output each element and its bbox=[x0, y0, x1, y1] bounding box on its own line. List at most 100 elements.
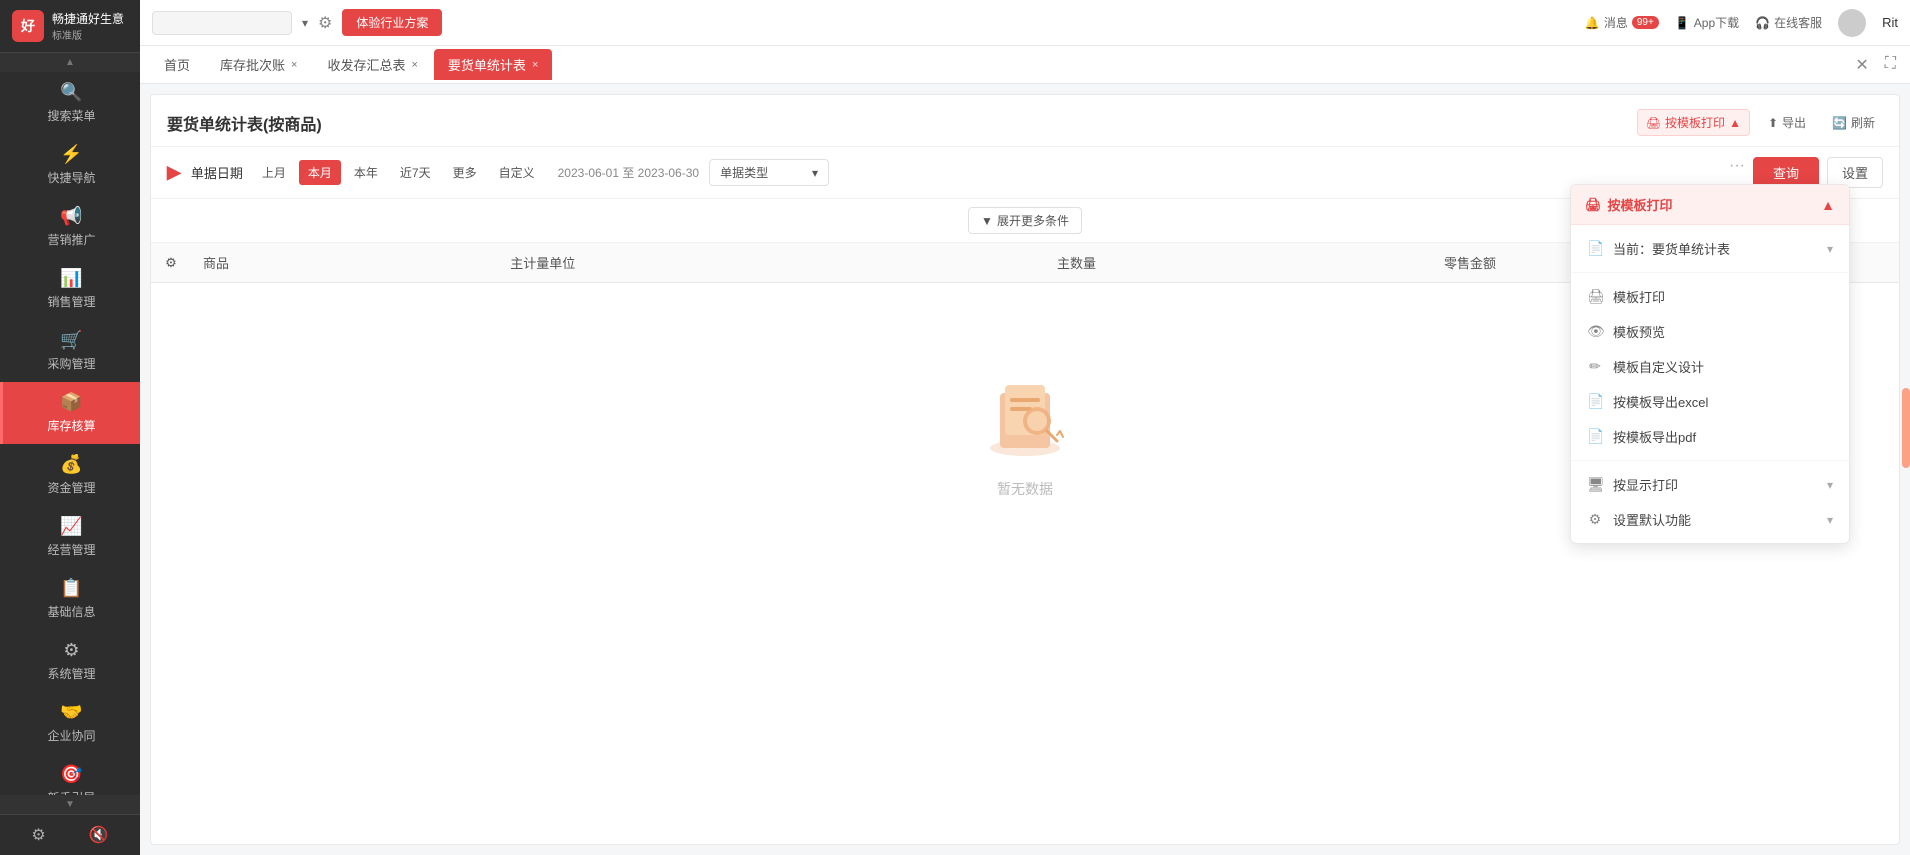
nav-label-purchase: 采购管理 bbox=[47, 355, 95, 372]
tab-label-inventory_batch: 库存批次账 bbox=[220, 55, 285, 74]
date-btn-last_7[interactable]: 近7天 bbox=[391, 160, 440, 185]
col-header-qty: 主数量 bbox=[1045, 243, 1432, 283]
nav-icon-basic: 📋 bbox=[60, 578, 82, 599]
sidebar-nav: 🔍搜索菜单 ⚡ 快捷导航 📢 营销推广 📊 销售管理 🛒 采购管理 📦库存核算💰资金管理📈经营管理… bbox=[0, 72, 140, 795]
mute-icon[interactable]: 🔇 bbox=[89, 825, 109, 845]
order-type-select[interactable]: 单据类型 ▾ bbox=[709, 159, 829, 186]
nav-icon-sales: 📊 bbox=[60, 268, 82, 289]
sidebar-item-basic[interactable]: 📋 基础信息 bbox=[0, 568, 140, 630]
select-chevron-icon: ▾ bbox=[812, 166, 818, 180]
dropdown-close-icon[interactable]: ▲ bbox=[1821, 197, 1835, 213]
expand-conditions-btn[interactable]: ▼ 展开更多条件 bbox=[968, 207, 1082, 234]
nav-label-operation: 经营管理 bbox=[47, 541, 95, 558]
logo-text: 畅捷通好生意 标准版 bbox=[52, 10, 124, 42]
tab-receipt_summary[interactable]: 收发存汇总表 × bbox=[313, 49, 431, 80]
nav-label-coop: 企业协同 bbox=[47, 727, 95, 744]
dropdown-current-template: 📄 当前：要货单统计表 ▾ bbox=[1571, 225, 1849, 273]
topbar-search-input[interactable] bbox=[152, 11, 292, 35]
dropdown-label-export_pdf: 按模板导出pdf bbox=[1613, 427, 1696, 446]
user-avatar[interactable] bbox=[1838, 9, 1866, 37]
date-range-display: 2023-06-01 至 2023-06-30 bbox=[558, 164, 699, 181]
tab-home[interactable]: 首页 bbox=[150, 49, 204, 80]
dropdown-arrow-set_default: ▾ bbox=[1827, 513, 1833, 527]
printer-icon: 🖨 bbox=[1646, 116, 1661, 130]
notification-btn[interactable]: 🔔 消息 99+ bbox=[1585, 14, 1659, 31]
sidebar-bottom: ⚙ 🔇 bbox=[0, 814, 140, 855]
dropdown-title: 🖨 按模板打印 bbox=[1585, 195, 1673, 214]
print-template-btn[interactable]: 🖨 按模板打印 ▲ bbox=[1637, 109, 1750, 136]
tab-controls: ✕⛶ bbox=[1851, 51, 1900, 79]
topbar-gear-icon[interactable]: ⚙ bbox=[318, 13, 332, 33]
sidebar-scroll-up[interactable]: ▲ bbox=[0, 53, 140, 72]
headset-icon: 🎧 bbox=[1755, 16, 1770, 30]
dropdown-sub-set_default[interactable]: ⚙设置默认功能▾ bbox=[1571, 502, 1849, 537]
dropdown-label-set_default: 设置默认功能 bbox=[1613, 510, 1691, 529]
nav-label-basic: 基础信息 bbox=[47, 603, 95, 620]
date-filter-label: 单据日期 bbox=[191, 163, 243, 182]
date-btn-current_year[interactable]: 本年 bbox=[345, 160, 387, 185]
sidebar-item-operation[interactable]: 📈经营管理 bbox=[0, 506, 140, 568]
tab-close-inventory_batch[interactable]: × bbox=[291, 59, 297, 71]
dropdown-item-preview_template[interactable]: 👁模板预览 bbox=[1571, 314, 1849, 349]
sidebar-scroll-down[interactable]: ▼ bbox=[0, 795, 140, 814]
dropdown-label-display_print: 按显示打印 bbox=[1613, 475, 1678, 494]
nav-label-sales: 销售管理 bbox=[47, 293, 95, 310]
tab-label-home: 首页 bbox=[164, 55, 190, 74]
nav-icon-purchase: 🛒 bbox=[60, 330, 82, 351]
nav-label-system: 系统管理 bbox=[47, 665, 95, 682]
filter-toggle-icon[interactable]: ▶ bbox=[167, 162, 181, 183]
sidebar-item-shortcut[interactable]: ⚡ 快捷导航 bbox=[0, 134, 140, 196]
online-service-btn[interactable]: 🎧 在线客服 bbox=[1755, 14, 1822, 31]
sidebar-item-purchase[interactable]: 🛒 采购管理 bbox=[0, 320, 140, 382]
sidebar-item-sales[interactable]: 📊 销售管理 bbox=[0, 258, 140, 320]
sidebar-item-finance[interactable]: 💰资金管理 bbox=[0, 444, 140, 506]
nav-icon-marketing: 📢 bbox=[60, 206, 82, 227]
tab-close-all-icon[interactable]: ✕ bbox=[1851, 51, 1872, 79]
dropdown-icon-export_excel: 📄 bbox=[1587, 393, 1603, 410]
empty-illustration bbox=[975, 363, 1075, 463]
sidebar-item-marketing[interactable]: 📢 营销推广 bbox=[0, 196, 140, 258]
dropdown-item-export_pdf[interactable]: 📄按模板导出pdf bbox=[1571, 419, 1849, 454]
app-download-btn[interactable]: 📱 App下载 bbox=[1675, 14, 1739, 31]
sidebar-item-inventory[interactable]: 📦库存核算 bbox=[0, 382, 140, 444]
col-header-settings[interactable]: ⚙ bbox=[151, 243, 191, 283]
tab-inventory_batch[interactable]: 库存批次账 × bbox=[206, 49, 311, 80]
dropdown-item-custom_design[interactable]: ✏模板自定义设计 bbox=[1571, 349, 1849, 384]
export-btn[interactable]: ⬆ 导出 bbox=[1760, 110, 1814, 135]
date-btn-more[interactable]: 更多 bbox=[444, 160, 486, 185]
dropdown-icon-preview_template: 👁 bbox=[1587, 323, 1603, 340]
order-type-label: 单据类型 bbox=[720, 164, 768, 181]
current-template-item[interactable]: 📄 当前：要货单统计表 ▾ bbox=[1571, 231, 1849, 266]
topbar: ▾ ⚙ 体验行业方案 🔔 消息 99+ 📱 App下载 🎧 在线客服 Rit bbox=[140, 0, 1910, 46]
settings-bottom-icon[interactable]: ⚙ bbox=[31, 825, 45, 845]
nav-label-marketing: 营销推广 bbox=[47, 231, 95, 248]
nav-label-finance: 资金管理 bbox=[47, 479, 95, 496]
nav-icon-shortcut: ⚡ bbox=[60, 144, 82, 165]
sidebar-item-guide[interactable]: 🎯新手引导 bbox=[0, 754, 140, 795]
date-btn-custom[interactable]: 自定义 bbox=[490, 160, 544, 185]
dropdown-icon-print_template: 🖨 bbox=[1587, 288, 1603, 305]
bell-icon: 🔔 bbox=[1585, 16, 1600, 30]
trial-button[interactable]: 体验行业方案 bbox=[342, 9, 442, 36]
page-title: 要货单统计表(按商品) bbox=[167, 111, 322, 135]
topbar-dropdown-icon[interactable]: ▾ bbox=[302, 16, 308, 30]
tab-expand-icon[interactable]: ⛶ bbox=[1881, 51, 1900, 79]
date-btn-current_month[interactable]: 本月 bbox=[299, 160, 341, 185]
nav-label-shortcut: 快捷导航 bbox=[47, 169, 95, 186]
tab-label-receipt_summary: 收发存汇总表 bbox=[327, 55, 405, 74]
sidebar-item-system[interactable]: ⚙系统管理 bbox=[0, 630, 140, 692]
tab-close-receipt_summary[interactable]: × bbox=[411, 59, 417, 71]
sidebar-item-search[interactable]: 🔍搜索菜单 bbox=[0, 72, 140, 134]
dropdown-item-export_excel[interactable]: 📄按模板导出excel bbox=[1571, 384, 1849, 419]
tab-label-order_stats: 要货单统计表 bbox=[448, 55, 526, 74]
tabbar: 首页库存批次账×收发存汇总表×要货单统计表×✕⛶ bbox=[140, 46, 1910, 84]
refresh-btn[interactable]: 🔄 刷新 bbox=[1824, 110, 1883, 135]
sidebar-item-coop[interactable]: 🤝企业协同 bbox=[0, 692, 140, 754]
dropdown-item-print_template[interactable]: 🖨模板打印 bbox=[1571, 279, 1849, 314]
date-btn-prev_month[interactable]: 上月 bbox=[253, 160, 295, 185]
right-scrollbar[interactable] bbox=[1902, 388, 1910, 468]
tab-order_stats[interactable]: 要货单统计表 × bbox=[434, 49, 552, 80]
dropdown-icon-display_print: 🖥 bbox=[1587, 476, 1603, 493]
dropdown-sub-display_print[interactable]: 🖥按显示打印▾ bbox=[1571, 467, 1849, 502]
tab-close-order_stats[interactable]: × bbox=[532, 59, 538, 71]
